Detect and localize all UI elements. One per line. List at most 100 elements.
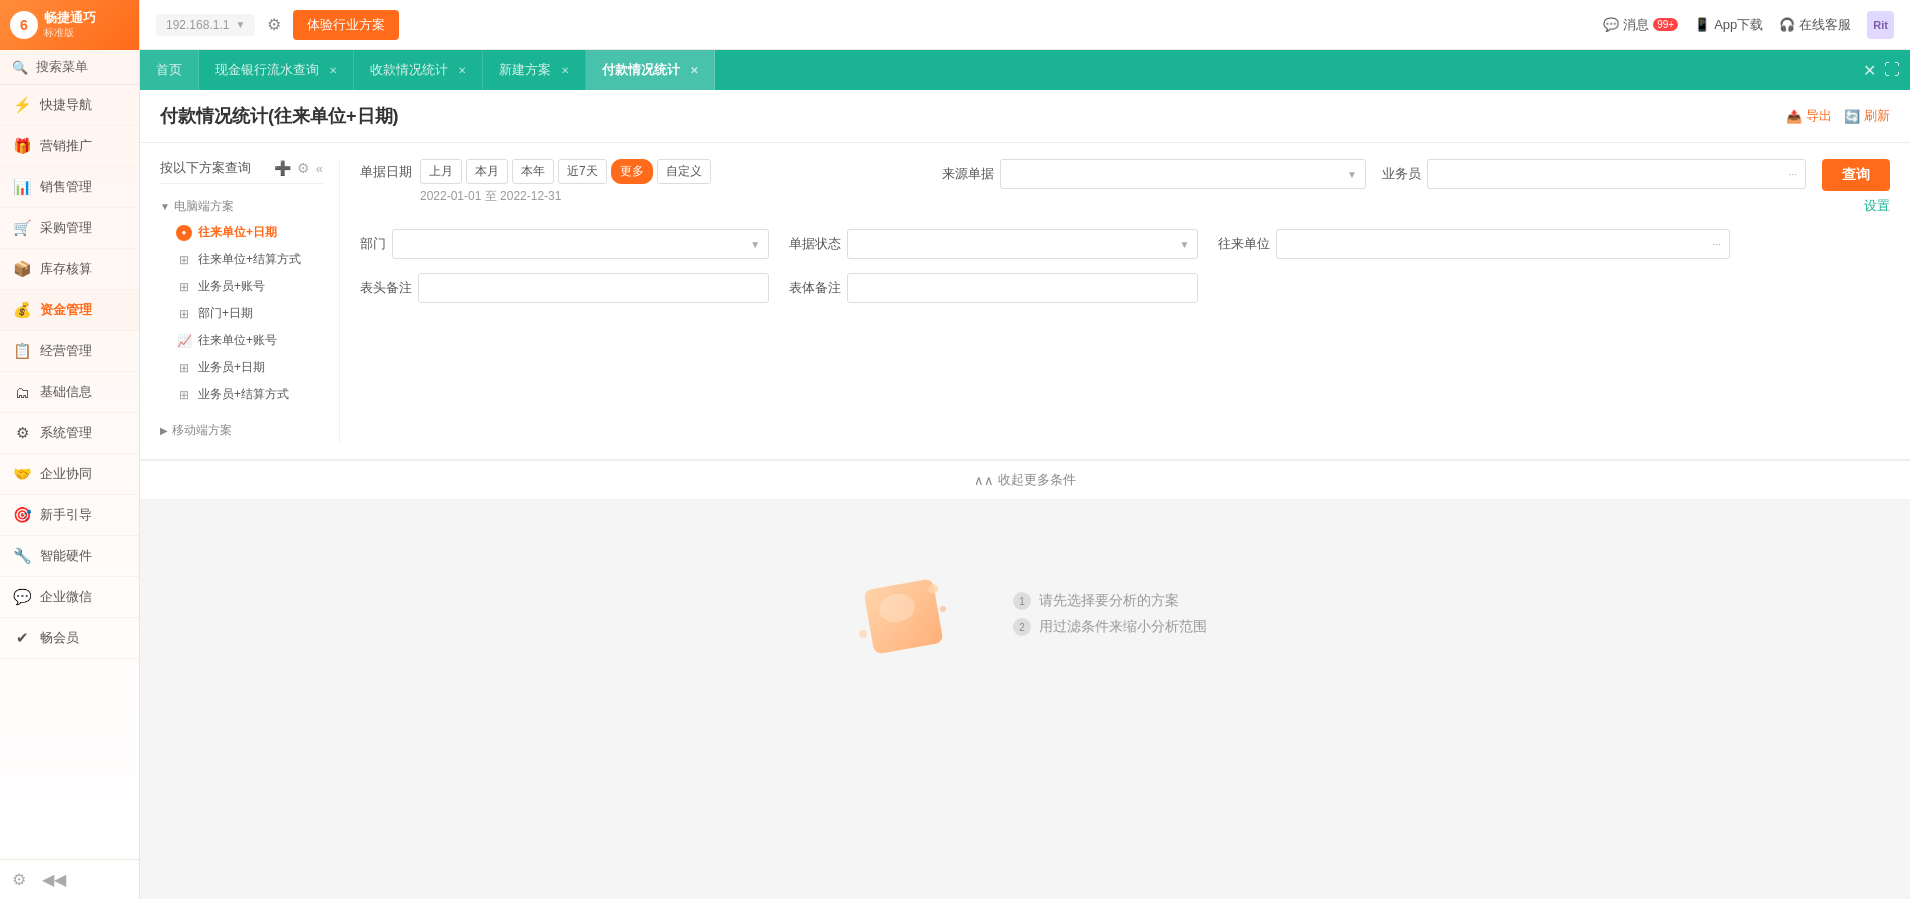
avatar[interactable]: Rit [1867, 11, 1894, 39]
scheme-table-icon: ⊞ [176, 387, 192, 403]
tab-payment-close-icon[interactable]: ✕ [690, 65, 698, 76]
empty-tip-1: 1 请先选择要分析的方案 [1013, 592, 1179, 610]
dept-select[interactable]: ▼ [392, 229, 769, 259]
scheme-mobile-header[interactable]: ▶ 移动端方案 [160, 418, 323, 443]
date-this-year-btn[interactable]: 本年 [512, 159, 554, 184]
capital-icon: 💰 [12, 300, 32, 320]
scheme-table-icon: ⊞ [176, 279, 192, 295]
empty-state: 1 请先选择要分析的方案 2 用过滤条件来缩小分析范围 [140, 499, 1910, 729]
export-button[interactable]: 📤 导出 [1786, 107, 1832, 125]
scheme-table-icon: ⊞ [176, 360, 192, 376]
scheme-item-unit-date[interactable]: ● 往来单位+日期 [170, 219, 323, 246]
page-header-actions: 📤 导出 🔄 刷新 [1786, 107, 1890, 125]
base-icon: 🗂 [12, 382, 32, 402]
tab-new-plan[interactable]: 新建方案 ✕ [483, 50, 586, 90]
sidebar-item-wechat[interactable]: 💬 企业微信 [0, 577, 139, 618]
filter-panel: 按以下方案查询 ➕ ⚙ « ▼ 电脑端方案 ● [140, 143, 1910, 460]
dept-label: 部门 [360, 235, 386, 253]
date-buttons: 上月 本月 本年 近7天 更多 自定义 [420, 159, 711, 184]
message-btn[interactable]: 💬 消息 99+ [1603, 16, 1678, 34]
related-unit-select[interactable]: ··· [1276, 229, 1730, 259]
query-button[interactable]: 查询 [1822, 159, 1890, 191]
scheme-item-staff-date[interactable]: ⊞ 业务员+日期 [170, 354, 323, 381]
date-this-month-btn[interactable]: 本月 [466, 159, 508, 184]
sidebar-item-sales[interactable]: 📊 销售管理 [0, 167, 139, 208]
tab-collection[interactable]: 收款情况统计 ✕ [354, 50, 483, 90]
refresh-button[interactable]: 🔄 刷新 [1844, 107, 1890, 125]
filter-settings-link[interactable]: 设置 [1864, 197, 1890, 215]
tab-bank-close-icon[interactable]: ✕ [329, 65, 337, 76]
date-last7-btn[interactable]: 近7天 [558, 159, 607, 184]
date-custom-btn[interactable]: 自定义 [657, 159, 711, 184]
sidebar-search[interactable]: 🔍 搜索菜单 [0, 50, 139, 85]
scheme-add-icon[interactable]: ➕ [274, 160, 291, 176]
table-header-notes-input[interactable] [418, 273, 769, 303]
scheme-table-icon: ⊞ [176, 306, 192, 322]
scheme-table-icon: ⊞ [176, 252, 192, 268]
filter-right: 单据日期 上月 本月 本年 近7天 更多 自定义 2022 [340, 159, 1890, 443]
page-content: 付款情况统计(往来单位+日期) 📤 导出 🔄 刷新 按以下方案查询 [140, 90, 1910, 899]
guide-icon: 🎯 [12, 505, 32, 525]
scheme-desktop-header[interactable]: ▼ 电脑端方案 [160, 194, 323, 219]
sidebar-item-system[interactable]: ⚙ 系统管理 [0, 413, 139, 454]
logo-text: 畅捷通巧 标准版 [44, 10, 96, 40]
tab-collection-close-icon[interactable]: ✕ [458, 65, 466, 76]
date-last-month-btn[interactable]: 上月 [420, 159, 462, 184]
tab-close-all-icon[interactable]: ✕ [1863, 61, 1876, 80]
date-more-btn[interactable]: 更多 [611, 159, 653, 184]
dept-chevron-icon: ▼ [750, 239, 760, 250]
source-select[interactable]: ▼ [1000, 159, 1366, 189]
scheme-item-dept-date[interactable]: ⊞ 部门+日期 [170, 300, 323, 327]
scheme-settings-icon[interactable]: ⚙ [297, 160, 310, 176]
inventory-icon: 📦 [12, 259, 32, 279]
message-icon: 💬 [1603, 17, 1619, 32]
scheme-item-staff-account[interactable]: ⊞ 业务员+账号 [170, 273, 323, 300]
collapse-sidebar-icon[interactable]: ◀◀ [42, 870, 66, 889]
related-unit-label: 往来单位 [1218, 235, 1270, 253]
purchase-icon: 🛒 [12, 218, 32, 238]
search-icon: 🔍 [12, 60, 28, 75]
sidebar-item-guide[interactable]: 🎯 新手引导 [0, 495, 139, 536]
trial-button[interactable]: 体验行业方案 [293, 10, 399, 40]
sidebar-item-member[interactable]: ✔ 畅会员 [0, 618, 139, 659]
staff-select[interactable]: ··· [1427, 159, 1806, 189]
settings-icon[interactable]: ⚙ [12, 870, 26, 889]
tab-new-plan-close-icon[interactable]: ✕ [561, 65, 569, 76]
topbar-settings-icon[interactable]: ⚙ [267, 15, 281, 34]
collapse-icon: ∧∧ [974, 473, 994, 488]
app-download-btn[interactable]: 📱 App下载 [1694, 16, 1763, 34]
filter-row-3: 表头备注 表体备注 [360, 273, 1890, 303]
sidebar-item-operation[interactable]: 📋 经营管理 [0, 331, 139, 372]
scheme-collapse-icon[interactable]: « [316, 161, 323, 176]
online-service-btn[interactable]: 🎧 在线客服 [1779, 16, 1851, 34]
date-label: 单据日期 [360, 163, 412, 181]
date-range: 2022-01-01 至 2022-12-31 [360, 188, 926, 205]
svg-point-3 [940, 606, 946, 612]
service-icon: 🎧 [1779, 17, 1795, 32]
wechat-icon: 💬 [12, 587, 32, 607]
empty-illustration [843, 559, 973, 669]
body-notes-label: 表体备注 [789, 279, 841, 297]
main-area: 192.168.1.1 ▼ ⚙ 体验行业方案 💬 消息 99+ 📱 App下载 … [140, 0, 1910, 899]
doc-status-select[interactable]: ▼ [847, 229, 1198, 259]
sidebar-item-base[interactable]: 🗂 基础信息 [0, 372, 139, 413]
collapse-bar[interactable]: ∧∧ 收起更多条件 [140, 460, 1910, 499]
sidebar-item-purchase[interactable]: 🛒 采购管理 [0, 208, 139, 249]
body-notes-input[interactable] [847, 273, 1198, 303]
scheme-panel-header: 按以下方案查询 ➕ ⚙ « [160, 159, 323, 184]
sidebar-item-hardware[interactable]: 🔧 智能硬件 [0, 536, 139, 577]
sidebar-item-enterprise[interactable]: 🤝 企业协同 [0, 454, 139, 495]
sidebar-item-capital[interactable]: 💰 资金管理 [0, 290, 139, 331]
scheme-item-unit-settle[interactable]: ⊞ 往来单位+结算方式 [170, 246, 323, 273]
sidebar-item-inventory[interactable]: 📦 库存核算 [0, 249, 139, 290]
topbar: 192.168.1.1 ▼ ⚙ 体验行业方案 💬 消息 99+ 📱 App下载 … [140, 0, 1910, 50]
tab-home[interactable]: 首页 [140, 50, 199, 90]
page-title: 付款情况统计(往来单位+日期) [160, 104, 399, 128]
sidebar-item-marketing[interactable]: 🎁 营销推广 [0, 126, 139, 167]
tab-fullscreen-icon[interactable]: ⛶ [1884, 61, 1900, 79]
tab-payment[interactable]: 付款情况统计 ✕ [586, 50, 715, 90]
scheme-item-unit-account[interactable]: 📈 往来单位+账号 [170, 327, 323, 354]
scheme-item-staff-settle[interactable]: ⊞ 业务员+结算方式 [170, 381, 323, 408]
tab-bank[interactable]: 现金银行流水查询 ✕ [199, 50, 354, 90]
sidebar-item-quick-nav[interactable]: ⚡ 快捷导航 [0, 85, 139, 126]
